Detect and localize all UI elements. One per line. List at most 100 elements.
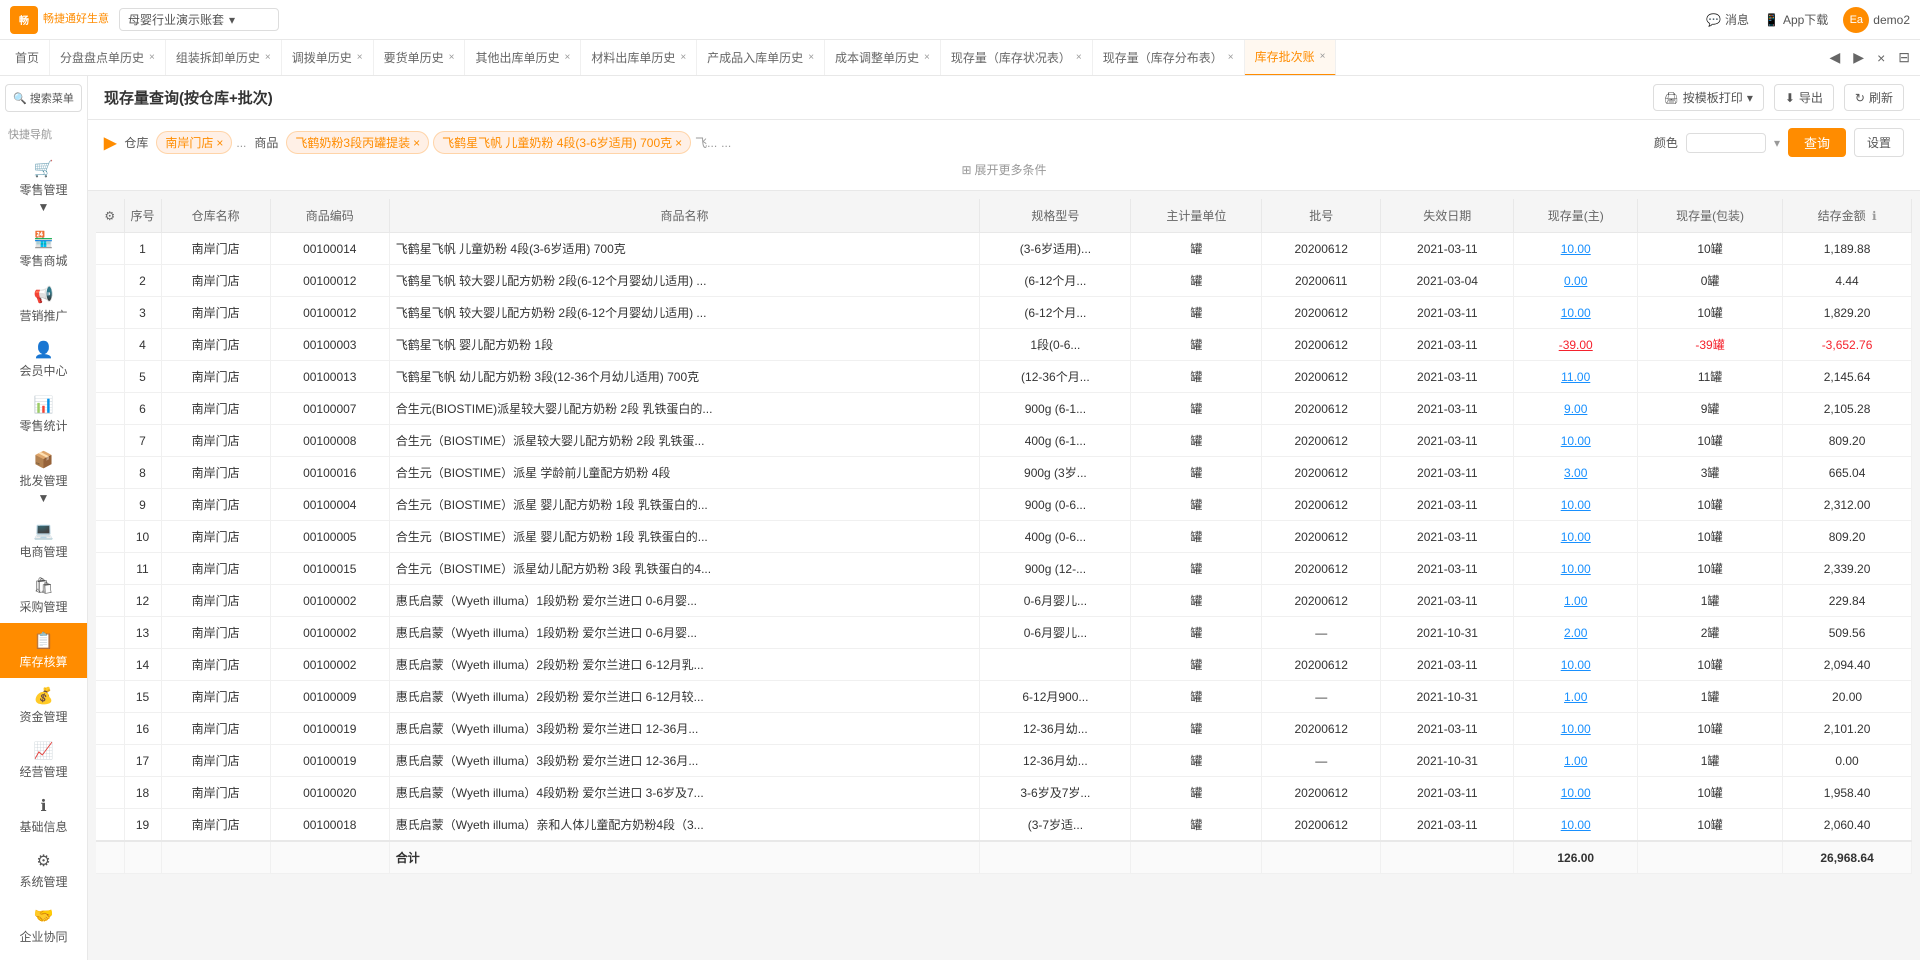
- row-setting[interactable]: [96, 329, 124, 361]
- sidebar-item-企业协同[interactable]: 🤝 企业协同: [0, 898, 87, 953]
- tab-close-icon[interactable]: ×: [265, 52, 271, 63]
- sidebar-item-批发管理[interactable]: 📦 批发管理 ▼: [0, 442, 87, 513]
- product-tag-close-icon[interactable]: ×: [675, 136, 682, 150]
- tab-分盘盘点单历史[interactable]: 分盘盘点单历史 ×: [50, 40, 166, 76]
- row-qty-main[interactable]: 0.00: [1514, 265, 1638, 297]
- product-tag-1[interactable]: 飞鹤奶粉3段丙罐提装 ×: [286, 131, 429, 154]
- color-dropdown-icon[interactable]: ▾: [1774, 136, 1780, 150]
- tab-menu-btn[interactable]: ⊟: [1893, 49, 1915, 66]
- tab-close-icon[interactable]: ×: [1320, 51, 1326, 62]
- row-setting[interactable]: [96, 585, 124, 617]
- row-qty-main[interactable]: 10.00: [1514, 777, 1638, 809]
- sidebar-item-经营管理[interactable]: 📈 经营管理: [0, 733, 87, 788]
- tab-库存批次账[interactable]: 库存批次账 ×: [1245, 40, 1337, 76]
- search-menu-button[interactable]: 🔍 搜索菜单: [5, 84, 82, 112]
- row-setting[interactable]: [96, 457, 124, 489]
- row-setting[interactable]: [96, 617, 124, 649]
- row-qty-main[interactable]: 1.00: [1514, 585, 1638, 617]
- app-download-btn[interactable]: 📱 App下载: [1764, 11, 1828, 28]
- tab-close-icon[interactable]: ×: [1228, 52, 1234, 63]
- row-qty-main[interactable]: 10.00: [1514, 297, 1638, 329]
- sidebar-item-采购管理[interactable]: 🛍 采购管理: [0, 568, 87, 623]
- tab-要货单历史[interactable]: 要货单历史 ×: [374, 40, 466, 76]
- color-filter-input[interactable]: [1686, 133, 1766, 153]
- message-btn[interactable]: 💬 消息: [1706, 11, 1749, 28]
- row-setting[interactable]: [96, 265, 124, 297]
- product-more-dots[interactable]: ...: [721, 136, 731, 150]
- sidebar-item-零售统计[interactable]: 📊 零售统计: [0, 387, 87, 442]
- tab-close-icon[interactable]: ×: [808, 52, 814, 63]
- row-setting[interactable]: [96, 297, 124, 329]
- sidebar-item-营销推广[interactable]: 📢 营销推广: [0, 277, 87, 332]
- tab-close-all-btn[interactable]: ×: [1872, 50, 1890, 66]
- tab-close-icon[interactable]: ×: [1076, 52, 1082, 63]
- expand-more-conditions[interactable]: ⊞ 展开更多条件: [104, 157, 1904, 182]
- sidebar-item-库存核算[interactable]: 📋 库存核算: [0, 623, 87, 678]
- product-tag-2[interactable]: 飞鹤星飞帆 儿童奶粉 4段(3-6岁适用) 700克 ×: [433, 131, 691, 154]
- export-button[interactable]: ⬇ 导出: [1774, 84, 1834, 111]
- sidebar-item-资金管理[interactable]: 💰 资金管理: [0, 678, 87, 733]
- sidebar-item-基础信息[interactable]: ℹ 基础信息: [0, 788, 87, 843]
- query-button[interactable]: 查询: [1788, 128, 1846, 157]
- warehouse-tag-close-icon[interactable]: ×: [216, 136, 223, 150]
- tab-现存量库存分布表[interactable]: 现存量（库存分布表） ×: [1093, 40, 1245, 76]
- tab-close-icon[interactable]: ×: [149, 52, 155, 63]
- sidebar-item-系统管理[interactable]: ⚙ 系统管理: [0, 843, 87, 898]
- row-qty-main[interactable]: 10.00: [1514, 809, 1638, 842]
- row-qty-main[interactable]: 11.00: [1514, 361, 1638, 393]
- sidebar-item-新手引导[interactable]: 🎯 新手引导: [0, 953, 87, 960]
- row-qty-main[interactable]: 10.00: [1514, 425, 1638, 457]
- row-qty-main[interactable]: 10.00: [1514, 553, 1638, 585]
- row-setting[interactable]: [96, 681, 124, 713]
- row-setting[interactable]: [96, 649, 124, 681]
- tab-产成品入库单历史[interactable]: 产成品入库单历史 ×: [697, 40, 825, 76]
- row-qty-main[interactable]: 9.00: [1514, 393, 1638, 425]
- tab-成本调整单历史[interactable]: 成本调整单历史 ×: [825, 40, 941, 76]
- row-setting[interactable]: [96, 553, 124, 585]
- product-more[interactable]: 飞...: [695, 134, 717, 151]
- row-qty-main[interactable]: 10.00: [1514, 233, 1638, 265]
- row-setting[interactable]: [96, 361, 124, 393]
- print-button[interactable]: 🖨 按模板打印 ▾: [1653, 84, 1764, 111]
- row-qty-main[interactable]: 10.00: [1514, 713, 1638, 745]
- row-setting[interactable]: [96, 393, 124, 425]
- row-qty-main[interactable]: 3.00: [1514, 457, 1638, 489]
- warehouse-tag-南岸门店[interactable]: 南岸门店 ×: [156, 131, 232, 154]
- setting-button[interactable]: 设置: [1854, 128, 1904, 157]
- row-setting[interactable]: [96, 425, 124, 457]
- tab-close-icon[interactable]: ×: [680, 52, 686, 63]
- store-selector[interactable]: 母婴行业演示账套 ▾: [119, 8, 279, 31]
- user-area[interactable]: Ea demo2: [1843, 7, 1910, 33]
- row-setting[interactable]: [96, 713, 124, 745]
- col-setting[interactable]: ⚙: [96, 199, 124, 233]
- product-tag-close-icon[interactable]: ×: [413, 136, 420, 150]
- sidebar-item-零售管理[interactable]: 🛒 零售管理 ▼: [0, 151, 87, 222]
- row-setting[interactable]: [96, 809, 124, 842]
- row-setting[interactable]: [96, 489, 124, 521]
- row-qty-main[interactable]: 1.00: [1514, 681, 1638, 713]
- sidebar-item-电商管理[interactable]: 💻 电商管理: [0, 513, 87, 568]
- row-setting[interactable]: [96, 521, 124, 553]
- tab-next-btn[interactable]: ▶: [1848, 49, 1869, 66]
- row-qty-main[interactable]: 10.00: [1514, 489, 1638, 521]
- row-setting[interactable]: [96, 233, 124, 265]
- tab-其他出库单历史[interactable]: 其他出库单历史 ×: [465, 40, 581, 76]
- sidebar-item-零售商城[interactable]: 🏪 零售商城: [0, 222, 87, 277]
- tab-home[interactable]: 首页: [5, 40, 50, 76]
- row-qty-main[interactable]: 10.00: [1514, 521, 1638, 553]
- tab-close-icon[interactable]: ×: [449, 52, 455, 63]
- tab-prev-btn[interactable]: ◀: [1825, 49, 1846, 66]
- tab-close-icon[interactable]: ×: [924, 52, 930, 63]
- tab-组装拆卸单历史[interactable]: 组装拆卸单历史 ×: [166, 40, 282, 76]
- filter-expand-button[interactable]: ▶: [104, 133, 116, 153]
- row-qty-main[interactable]: 10.00: [1514, 649, 1638, 681]
- row-setting[interactable]: [96, 777, 124, 809]
- refresh-button[interactable]: ↻ 刷新: [1844, 84, 1904, 111]
- tab-close-icon[interactable]: ×: [564, 52, 570, 63]
- tab-调拨单历史[interactable]: 调拨单历史 ×: [282, 40, 374, 76]
- tab-现存量库存状况表[interactable]: 现存量（库存状况表） ×: [941, 40, 1093, 76]
- row-qty-main[interactable]: -39.00: [1514, 329, 1638, 361]
- tab-材料出库单历史[interactable]: 材料出库单历史 ×: [581, 40, 697, 76]
- tab-close-icon[interactable]: ×: [357, 52, 363, 63]
- amount-info-icon[interactable]: ℹ: [1872, 209, 1877, 223]
